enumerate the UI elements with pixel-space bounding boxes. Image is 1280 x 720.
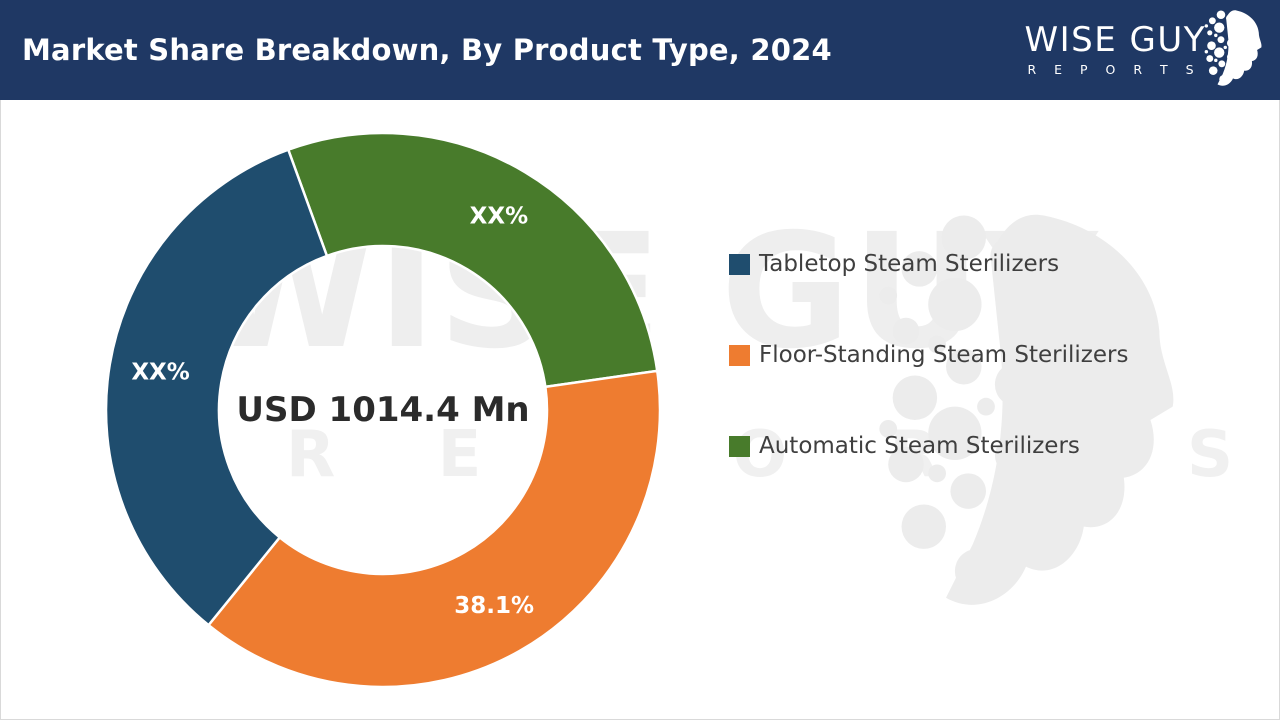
chart-canvas: WISE GUY R E P O R T S XX% 38.1% XX% USD 1…	[0, 100, 1280, 720]
donut-segment	[286, 132, 659, 389]
legend-item-floor-standing: Floor-Standing Steam Sterilizers	[729, 342, 1129, 368]
brand-logo: WISE GUY R E P O R T S	[1024, 7, 1280, 93]
legend-swatch-orange	[729, 344, 750, 366]
brand-face-icon	[1204, 10, 1262, 86]
brand-logo-text: WISE GUY R E P O R T S	[1024, 23, 1206, 77]
header-bar: Market Share Breakdown, By Product Type,…	[0, 0, 1280, 100]
legend-swatch-green	[729, 435, 750, 457]
legend-label: Floor-Standing Steam Sterilizers	[759, 342, 1129, 368]
legend-swatch-blue	[729, 253, 750, 275]
brand-name: WISE GUY	[1024, 20, 1206, 60]
page: Market Share Breakdown, By Product Type,…	[0, 0, 1280, 720]
legend-label: Tabletop Steam Sterilizers	[759, 251, 1060, 277]
legend-label: Automatic Steam Sterilizers	[759, 433, 1080, 459]
chart-legend: Tabletop Steam Sterilizers Floor-Standin…	[729, 251, 1129, 525]
donut-segment-label: 38.1%	[454, 593, 534, 619]
donut-segment-label: XX%	[131, 360, 190, 386]
donut-center-value: USD 1014.4 Mn	[236, 390, 530, 430]
donut-segment-label: XX%	[470, 204, 529, 230]
legend-item-tabletop: Tabletop Steam Sterilizers	[729, 251, 1128, 277]
brand-subname: R E P O R T S	[1027, 62, 1201, 77]
legend-item-automatic: Automatic Steam Sterilizers	[729, 433, 1128, 459]
page-title: Market Share Breakdown, By Product Type,…	[22, 33, 832, 67]
